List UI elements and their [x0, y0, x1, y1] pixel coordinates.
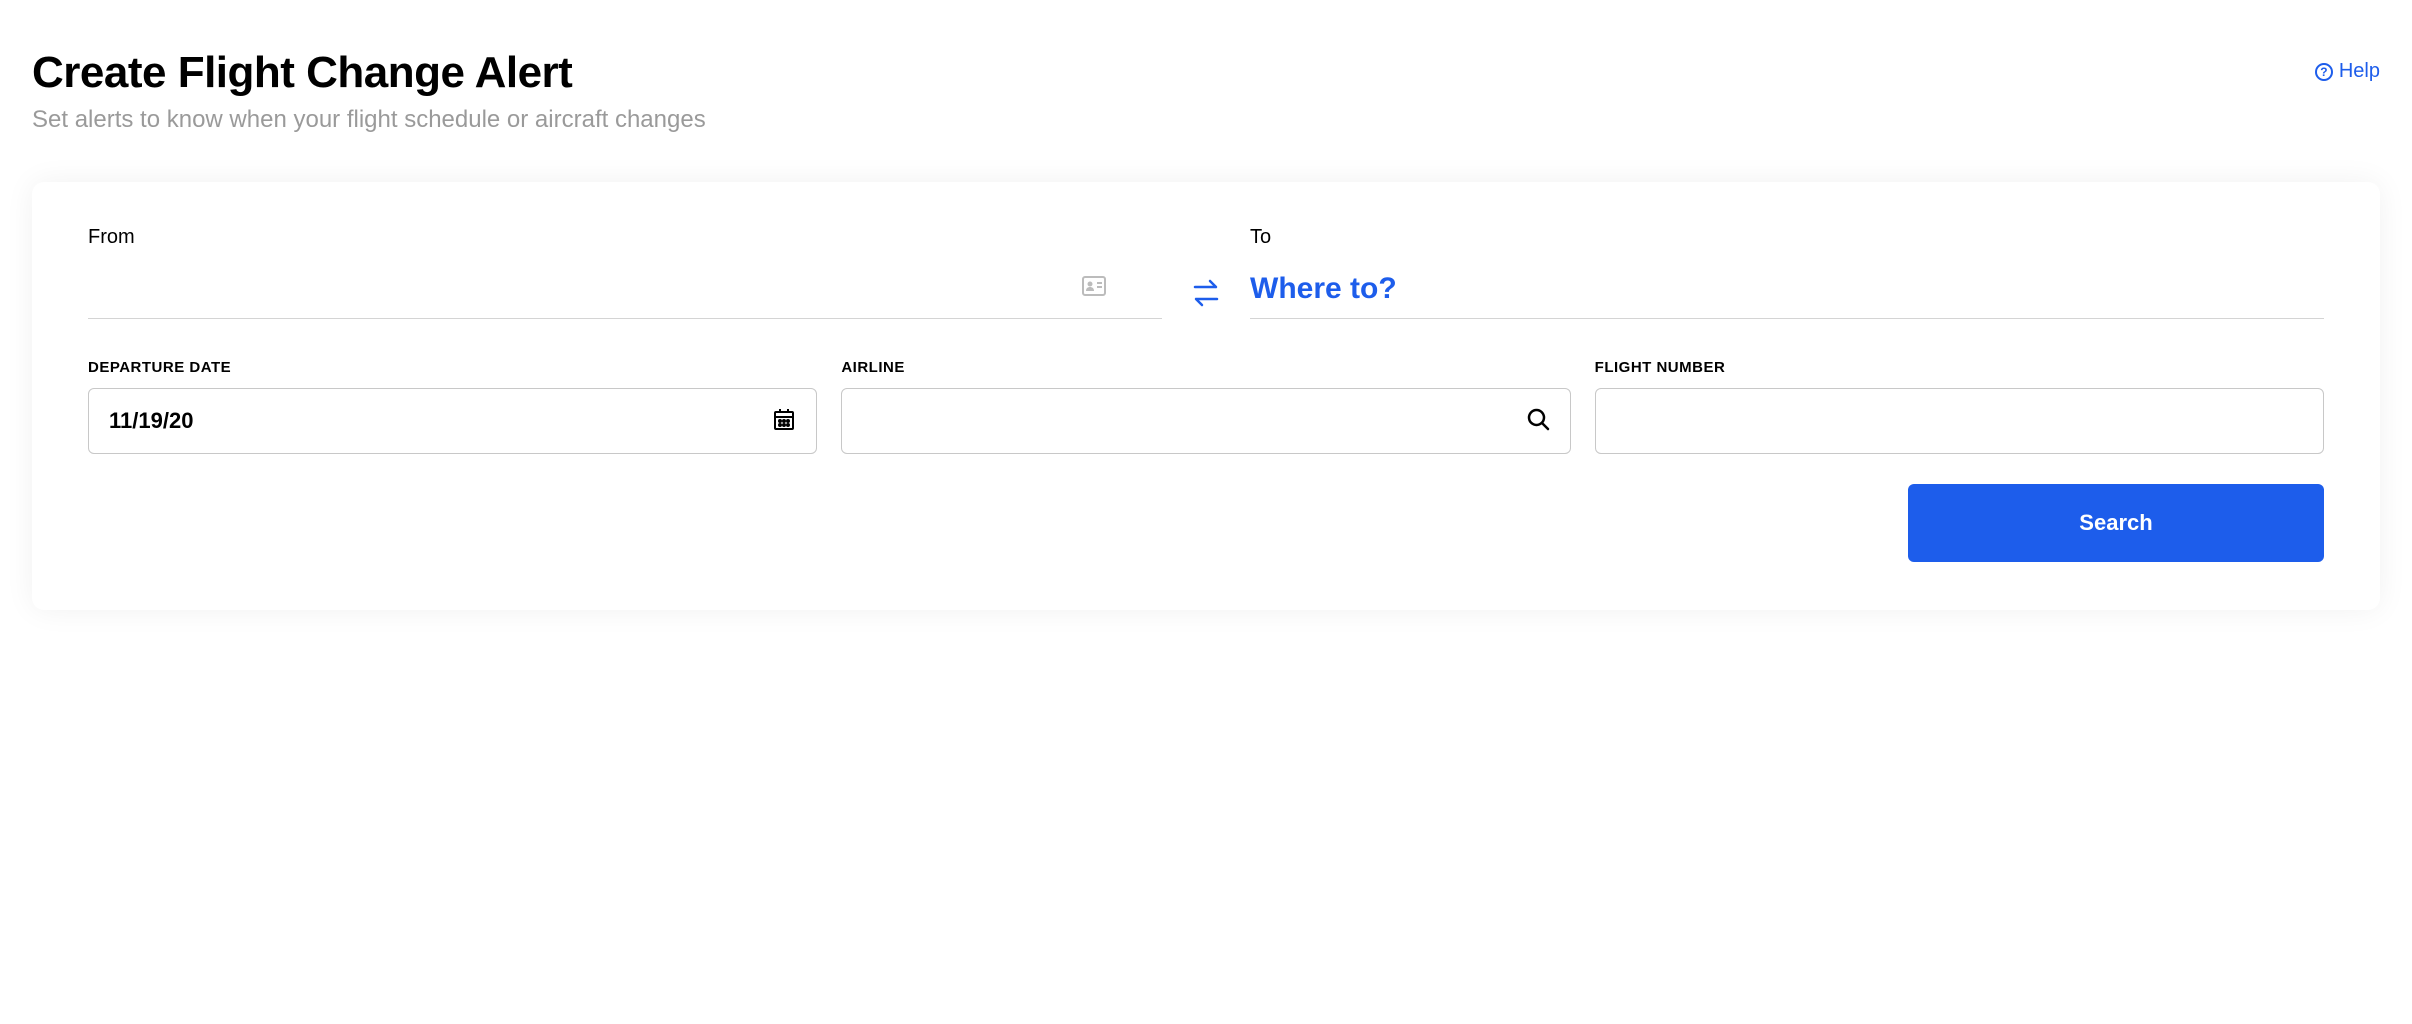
calendar-icon — [772, 407, 796, 436]
from-input[interactable] — [88, 272, 1082, 306]
swap-icon — [1190, 277, 1222, 309]
from-input-wrap — [88, 269, 1162, 319]
contact-card-icon[interactable] — [1082, 276, 1106, 301]
header-text: Create Flight Change Alert Set alerts to… — [32, 48, 2315, 134]
departure-date-wrap[interactable] — [88, 388, 817, 454]
from-group: From — [88, 226, 1162, 319]
details-row: DEPARTURE DATE — [88, 359, 2324, 454]
actions-row: Search — [88, 484, 2324, 562]
page-subtitle: Set alerts to know when your flight sche… — [32, 106, 2315, 134]
to-label: To — [1250, 226, 2324, 249]
location-row: From To — [88, 226, 2324, 319]
search-button[interactable]: Search — [1908, 484, 2324, 562]
help-icon: ? — [2315, 63, 2333, 81]
flight-number-wrap[interactable] — [1595, 388, 2324, 454]
airline-label: AIRLINE — [841, 359, 1570, 376]
help-label: Help — [2339, 60, 2380, 83]
departure-date-label: DEPARTURE DATE — [88, 359, 817, 376]
flight-number-label: FLIGHT NUMBER — [1595, 359, 2324, 376]
page-header: Create Flight Change Alert Set alerts to… — [32, 48, 2380, 134]
page-title: Create Flight Change Alert — [32, 48, 2315, 98]
to-input[interactable] — [1250, 272, 2324, 306]
search-card: From To — [32, 182, 2380, 610]
flight-number-input[interactable] — [1616, 408, 2303, 434]
help-link[interactable]: ? Help — [2315, 60, 2380, 83]
search-icon — [1526, 407, 1550, 436]
airline-wrap[interactable] — [841, 388, 1570, 454]
airline-input[interactable] — [862, 408, 1525, 434]
flight-number-group: FLIGHT NUMBER — [1595, 359, 2324, 454]
airline-group: AIRLINE — [841, 359, 1570, 454]
from-label: From — [88, 226, 1162, 249]
to-input-wrap — [1250, 269, 2324, 319]
swap-button[interactable] — [1176, 277, 1236, 309]
to-group: To — [1250, 226, 2324, 319]
departure-date-input[interactable] — [109, 408, 772, 434]
departure-date-group: DEPARTURE DATE — [88, 359, 817, 454]
